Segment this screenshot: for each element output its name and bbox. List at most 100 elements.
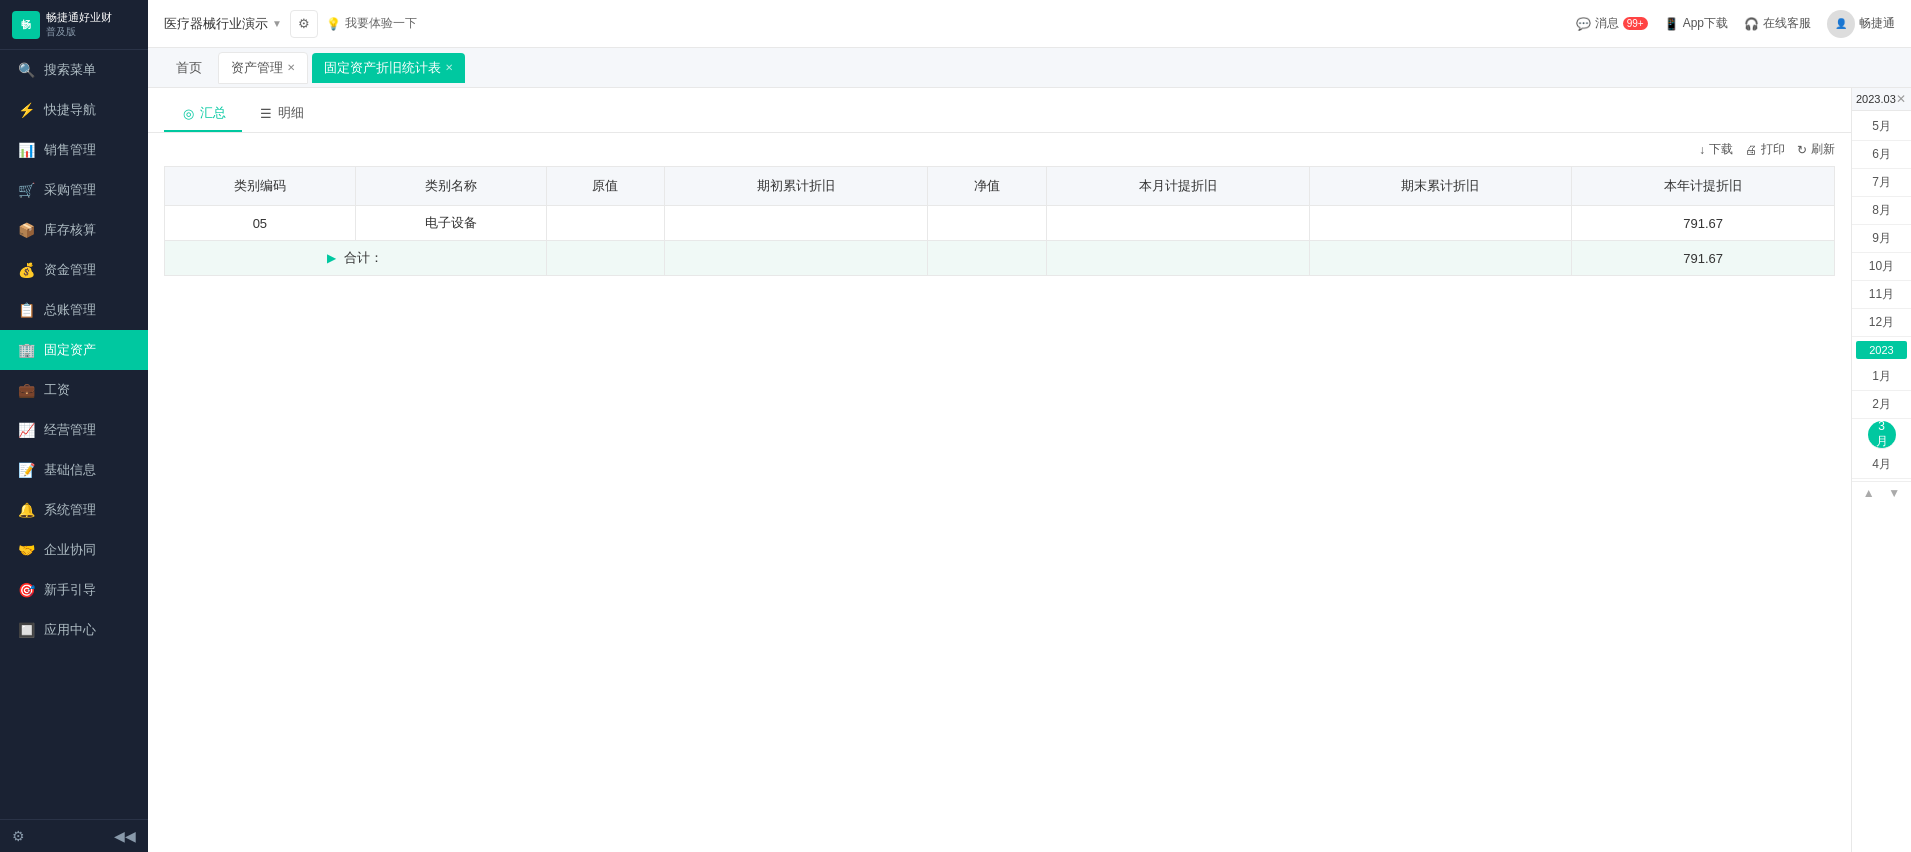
date-panel-close-icon[interactable]: ✕ [1896,92,1906,106]
inventory-icon: 📦 [16,220,36,240]
capital-icon: 💰 [16,260,36,280]
content-area: ◎ 汇总 ☰ 明细 ↓ 下载 🖨 打印 ↻ [148,88,1911,852]
sidebar-item-label: 快捷导航 [44,101,96,119]
quicknav-icon: ⚡ [16,100,36,120]
message-button[interactable]: 💬 消息 99+ [1576,15,1648,32]
date-month-9[interactable]: 9月 [1852,225,1911,253]
row-net-value [928,206,1047,241]
sidebar-item-label: 资金管理 [44,261,96,279]
refresh-label: 刷新 [1811,141,1835,158]
experience-icon: 💡 [326,17,341,31]
date-month-8[interactable]: 8月 [1852,197,1911,225]
sidebar-item-purchase[interactable]: 🛒 采购管理 [0,170,148,210]
collapse-icon[interactable]: ◀◀ [114,828,136,844]
topbar-left: 医疗器械行业演示 ▼ ⚙ 💡 我要体验一下 [164,10,417,38]
avatar: 👤 [1827,10,1855,38]
col-name: 类别名称 [355,167,546,206]
refresh-button[interactable]: ↻ 刷新 [1797,141,1835,158]
company-selector[interactable]: 医疗器械行业演示 ▼ [164,15,282,33]
total-period-accum [665,241,928,276]
inner-tab-detail-label: 明细 [278,104,304,122]
sidebar-item-label: 库存核算 [44,221,96,239]
date-month-6[interactable]: 6月 [1852,141,1911,169]
sales-icon: 📊 [16,140,36,160]
row-code: 05 [165,206,356,241]
tab-asset-mgmt[interactable]: 资产管理 ✕ [218,52,308,84]
tab-fixed-report[interactable]: 固定资产折旧统计表 ✕ [312,53,465,83]
tab-home-label: 首页 [176,59,202,77]
topbar-settings-button[interactable]: ⚙ [290,10,318,38]
service-label: 在线客服 [1763,15,1811,32]
date-section-pre2023: 5月 6月 7月 8月 9月 10月 11月 12月 [1852,111,1911,339]
date-panel: 2023.03 ✕ ⤢ 5月 6月 7月 8月 9月 10月 11月 12月 2… [1851,88,1911,852]
sidebar-item-basic[interactable]: 📝 基础信息 [0,450,148,490]
sidebar-item-label: 工资 [44,381,70,399]
date-nav-up-icon[interactable]: ▲ [1863,486,1875,500]
experience-label: 我要体验一下 [345,15,417,32]
user-button[interactable]: 👤 畅捷通 [1827,10,1895,38]
date-month-5[interactable]: 5月 [1852,113,1911,141]
sidebar-item-apps[interactable]: 🔲 应用中心 [0,610,148,650]
tab-asset-label: 资产管理 [231,59,283,77]
sidebar-item-label: 系统管理 [44,501,96,519]
sidebar-item-quicknav[interactable]: ⚡ 快捷导航 [0,90,148,130]
service-icon: 🎧 [1744,17,1759,31]
inner-tab-detail[interactable]: ☰ 明细 [242,96,320,132]
sidebar-item-sales[interactable]: 📊 销售管理 [0,130,148,170]
sidebar-item-ops[interactable]: 📈 经营管理 [0,410,148,450]
depreciation-table: 类别编码 类别名称 原值 期初累计折旧 净值 本月计提折旧 期末累计折旧 本年计… [164,166,1835,276]
service-button[interactable]: 🎧 在线客服 [1744,15,1811,32]
download-icon: ↓ [1699,143,1705,157]
col-monthly-depr: 本月计提折旧 [1046,167,1309,206]
inner-tabs: ◎ 汇总 ☰ 明细 [148,88,1851,133]
sidebar-item-fixed[interactable]: 🏢 固定资产 [0,330,148,370]
refresh-icon: ↻ [1797,143,1807,157]
sidebar: 畅 畅捷通好业财 普及版 🔍 搜索菜单 ⚡ 快捷导航 📊 销售管理 🛒 采购管理… [0,0,148,852]
topbar: 医疗器械行业演示 ▼ ⚙ 💡 我要体验一下 💬 消息 99+ 📱 App下载 [148,0,1911,48]
tab-fixed-report-close-icon[interactable]: ✕ [445,62,453,73]
app-download-button[interactable]: 📱 App下载 [1664,15,1728,32]
total-original [546,241,665,276]
date-month-2023-4[interactable]: 4月 [1852,451,1911,479]
sidebar-item-search[interactable]: 🔍 搜索菜单 [0,50,148,90]
download-button[interactable]: ↓ 下载 [1699,141,1733,158]
message-label: 消息 [1595,15,1619,32]
toolbar: ↓ 下载 🖨 打印 ↻ 刷新 [148,133,1851,166]
sidebar-item-salary[interactable]: 💼 工资 [0,370,148,410]
row-period-accum [665,206,928,241]
tab-home[interactable]: 首页 [164,53,214,83]
sidebar-item-capital[interactable]: 💰 资金管理 [0,250,148,290]
sidebar-item-guide[interactable]: 🎯 新手引导 [0,570,148,610]
summary-icon: ◎ [180,105,196,121]
print-button[interactable]: 🖨 打印 [1745,141,1785,158]
date-month-10[interactable]: 10月 [1852,253,1911,281]
sidebar-item-label: 搜索菜单 [44,61,96,79]
date-nav-down-icon[interactable]: ▼ [1888,486,1900,500]
date-panel-header: 2023.03 ✕ ⤢ [1852,88,1911,111]
sidebar-item-corp[interactable]: 🤝 企业协同 [0,530,148,570]
sidebar-item-system[interactable]: 🔔 系统管理 [0,490,148,530]
sidebar-item-label: 固定资产 [44,341,96,359]
tab-asset-close-icon[interactable]: ✕ [287,62,295,73]
date-month-12[interactable]: 12月 [1852,309,1911,337]
print-icon: 🖨 [1745,143,1757,157]
date-month-2023-2[interactable]: 2月 [1852,391,1911,419]
sidebar-item-label: 经营管理 [44,421,96,439]
date-year-2023: 2023 [1856,341,1907,359]
row-original [546,206,665,241]
ledger-icon: 📋 [16,300,36,320]
date-month-2023-1[interactable]: 1月 [1852,363,1911,391]
experience-button[interactable]: 💡 我要体验一下 [326,15,417,32]
col-code: 类别编码 [165,167,356,206]
sidebar-item-ledger[interactable]: 📋 总账管理 [0,290,148,330]
inner-tab-summary-label: 汇总 [200,104,226,122]
table-wrap: 类别编码 类别名称 原值 期初累计折旧 净值 本月计提折旧 期末累计折旧 本年计… [148,166,1851,292]
date-month-7[interactable]: 7月 [1852,169,1911,197]
settings-icon[interactable]: ⚙ [12,828,25,844]
sidebar-item-inventory[interactable]: 📦 库存核算 [0,210,148,250]
date-month-2023-3[interactable]: 3月 [1868,421,1896,449]
date-month-11[interactable]: 11月 [1852,281,1911,309]
total-net-value [928,241,1047,276]
inner-tab-summary[interactable]: ◎ 汇总 [164,96,242,132]
logo-sub: 普及版 [46,25,112,39]
